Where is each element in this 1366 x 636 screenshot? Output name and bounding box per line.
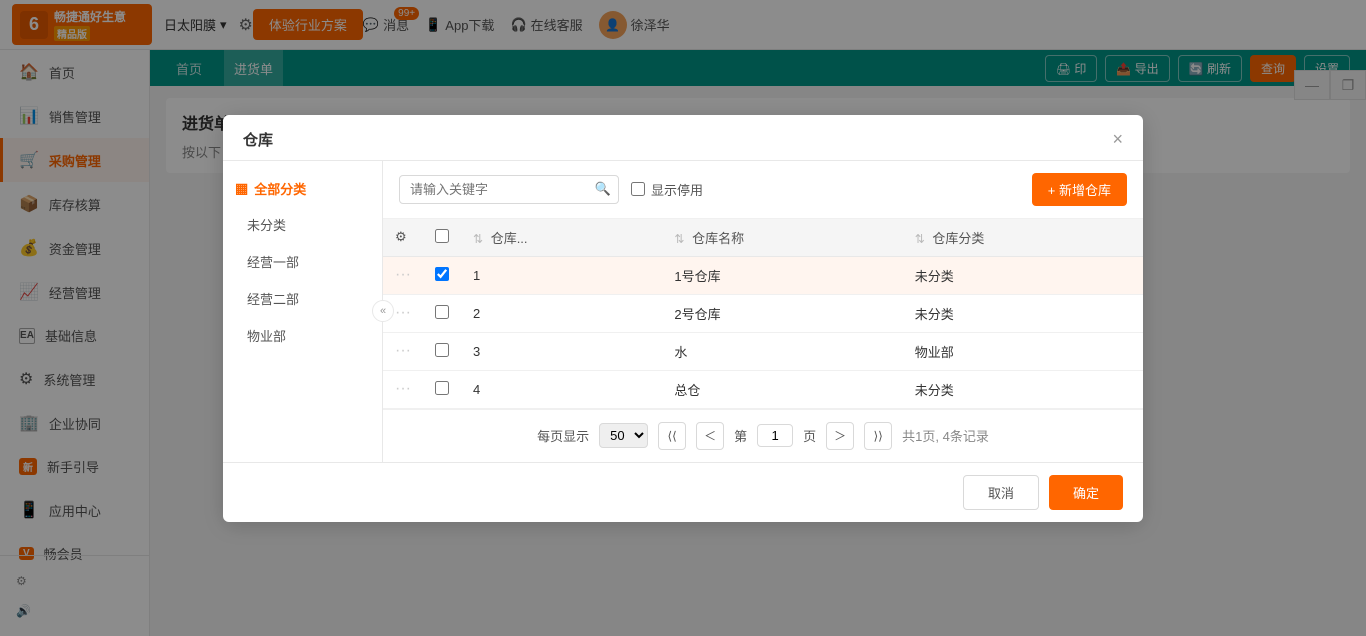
table-row[interactable]: ··· 3 水 物业部 <box>383 332 1143 370</box>
content-toolbar: 🔍 显示停用 + 新增仓库 <box>383 161 1143 219</box>
category-item-op2[interactable]: 经营二部 <box>223 280 382 317</box>
sort-icon-category: ⇅ <box>915 232 925 246</box>
per-page-label: 每页显示 <box>537 426 589 445</box>
content-panel: 🔍 显示停用 + 新增仓库 ⚙ <box>383 161 1143 462</box>
th-checkbox <box>423 219 461 257</box>
row-checkbox[interactable] <box>435 381 449 395</box>
row-category-cell: 未分类 <box>903 256 1143 294</box>
row-actions-cell[interactable]: ··· <box>383 256 423 294</box>
pagination-bar: 每页显示 50 ⟨⟨ ＜ 第 页 ＞ ⟩⟩ 共1页, 4条记录 <box>383 409 1143 462</box>
category-item-property[interactable]: 物业部 <box>223 317 382 354</box>
page-summary: 共1页, 4条记录 <box>902 426 989 445</box>
page-suffix: 页 <box>803 426 816 445</box>
row-category-cell: 未分类 <box>903 294 1143 332</box>
row-category-cell: 物业部 <box>903 332 1143 370</box>
modal-title: 仓库 <box>243 129 273 150</box>
page-text-label: 第 <box>734 426 747 445</box>
table-row[interactable]: ··· 1 1号仓库 未分类 <box>383 256 1143 294</box>
select-all-checkbox[interactable] <box>435 229 449 243</box>
cancel-button[interactable]: 取消 <box>963 475 1039 510</box>
modal-close-button[interactable]: × <box>1112 130 1123 148</box>
row-num-cell: 3 <box>461 332 662 370</box>
settings-th-icon: ⚙ <box>395 229 407 244</box>
row-name-cell: 2号仓库 <box>662 294 902 332</box>
row-checkbox-cell <box>423 332 461 370</box>
warehouse-modal: 仓库 × ▦ 全部分类 未分类 经营一部 经营二部 物业部 « <box>223 115 1143 522</box>
row-more-icon[interactable]: ··· <box>395 342 411 359</box>
category-item-unclassified[interactable]: 未分类 <box>223 206 382 243</box>
warehouse-table: ⚙ ⇅ 仓库... ⇅ <box>383 219 1143 409</box>
page-number-input[interactable] <box>757 424 793 447</box>
add-warehouse-button[interactable]: + 新增仓库 <box>1032 173 1127 206</box>
search-input-wrap: 🔍 <box>399 175 619 204</box>
row-checkbox[interactable] <box>435 267 449 281</box>
first-page-button[interactable]: ⟨⟨ <box>658 422 686 450</box>
sort-icon-name: ⇅ <box>674 232 684 246</box>
row-checkbox[interactable] <box>435 305 449 319</box>
row-more-icon[interactable]: ··· <box>395 380 411 397</box>
th-settings: ⚙ <box>383 219 423 257</box>
next-page-button[interactable]: ＞ <box>826 422 854 450</box>
row-num-cell: 4 <box>461 370 662 408</box>
th-category: ⇅ 仓库分类 <box>903 219 1143 257</box>
all-categories-label: 全部分类 <box>254 179 306 198</box>
show-disabled-wrap: 显示停用 <box>631 180 703 199</box>
category-grid-icon: ▦ <box>235 180 248 197</box>
category-collapse-button[interactable]: « <box>372 300 394 322</box>
table-row[interactable]: ··· 4 总仓 未分类 <box>383 370 1143 408</box>
modal-body: ▦ 全部分类 未分类 经营一部 经营二部 物业部 « 🔍 <box>223 161 1143 462</box>
row-more-icon[interactable]: ··· <box>395 266 411 283</box>
last-page-button[interactable]: ⟩⟩ <box>864 422 892 450</box>
per-page-select[interactable]: 50 <box>599 423 648 448</box>
category-item-op1[interactable]: 经营一部 <box>223 243 382 280</box>
th-name: ⇅ 仓库名称 <box>662 219 902 257</box>
all-categories-item[interactable]: ▦ 全部分类 <box>223 171 382 206</box>
th-code: ⇅ 仓库... <box>461 219 662 257</box>
row-checkbox[interactable] <box>435 343 449 357</box>
row-checkbox-cell <box>423 294 461 332</box>
row-checkbox-cell <box>423 370 461 408</box>
modal-overlay: 仓库 × ▦ 全部分类 未分类 经营一部 经营二部 物业部 « <box>0 0 1366 636</box>
table-header-row: ⚙ ⇅ 仓库... ⇅ <box>383 219 1143 257</box>
category-panel: ▦ 全部分类 未分类 经营一部 经营二部 物业部 « <box>223 161 383 462</box>
table-body: ··· 1 1号仓库 未分类 ··· 2 2号仓库 未分类 ··· 3 水 物业… <box>383 256 1143 408</box>
modal-footer: 取消 确定 <box>223 462 1143 522</box>
row-actions-cell[interactable]: ··· <box>383 370 423 408</box>
confirm-button[interactable]: 确定 <box>1049 475 1123 510</box>
row-name-cell: 水 <box>662 332 902 370</box>
row-more-icon[interactable]: ··· <box>395 304 411 321</box>
search-input[interactable] <box>399 175 619 204</box>
show-disabled-checkbox[interactable] <box>631 182 645 196</box>
row-name-cell: 总仓 <box>662 370 902 408</box>
table-container: ⚙ ⇅ 仓库... ⇅ <box>383 219 1143 409</box>
row-num-cell: 1 <box>461 256 662 294</box>
row-actions-cell[interactable]: ··· <box>383 332 423 370</box>
sort-icon-code: ⇅ <box>473 232 483 246</box>
row-num-cell: 2 <box>461 294 662 332</box>
prev-page-button[interactable]: ＜ <box>696 422 724 450</box>
show-disabled-label: 显示停用 <box>651 180 703 199</box>
modal-header: 仓库 × <box>223 115 1143 161</box>
row-category-cell: 未分类 <box>903 370 1143 408</box>
search-icon[interactable]: 🔍 <box>595 181 611 197</box>
row-checkbox-cell <box>423 256 461 294</box>
table-row[interactable]: ··· 2 2号仓库 未分类 <box>383 294 1143 332</box>
row-name-cell: 1号仓库 <box>662 256 902 294</box>
